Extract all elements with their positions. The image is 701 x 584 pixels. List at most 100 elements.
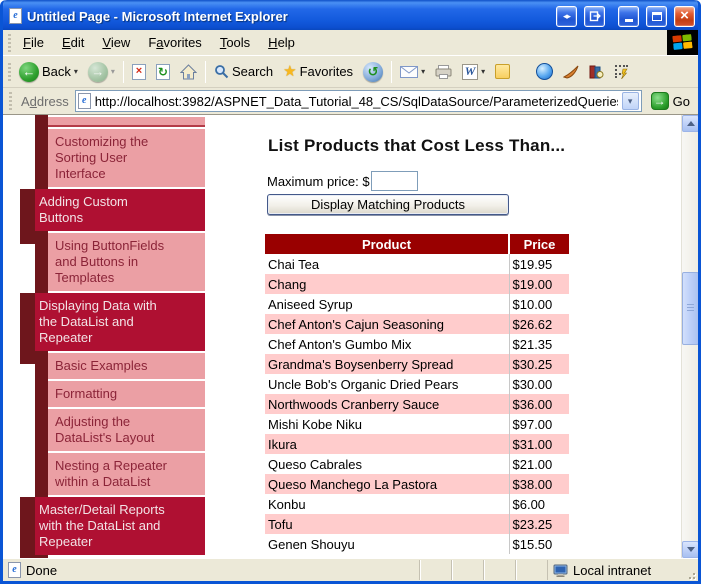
price-cell: $21.00 [508, 454, 569, 474]
pop-out-button[interactable] [584, 5, 605, 27]
capture-button[interactable] [609, 62, 634, 81]
sidebar-item[interactable]: Using ButtonFields and Buttons in Templa… [48, 233, 205, 291]
chevron-down-icon: ▾ [627, 95, 633, 106]
sidebar-item[interactable]: Customizing the Sorting User Interface [48, 129, 205, 187]
product-cell: Mishi Kobe Niku [268, 416, 362, 432]
price-cell: $30.25 [508, 354, 569, 374]
toolbar: ← Back ▾ → ▾ × ↻ Search ★ Favorites ↺ ▾ … [3, 56, 698, 88]
sidebar-item[interactable]: Adding Custom Buttons [20, 189, 205, 244]
submit-row: Display Matching Products [267, 194, 681, 215]
status-page-icon: e [8, 562, 21, 578]
minimize-button[interactable] [618, 5, 639, 27]
sidebar-item[interactable]: Nesting a Repeater within a DataList [48, 453, 205, 495]
refresh-icon: ↻ [155, 63, 170, 80]
menu-item[interactable]: Help [259, 32, 304, 53]
menu-item[interactable]: Tools [211, 32, 259, 53]
scroll-down-button[interactable] [682, 541, 698, 558]
toolbar-separator [391, 60, 393, 83]
discuss-button[interactable] [490, 62, 515, 81]
addon-button[interactable] [558, 63, 584, 81]
product-cell: Tofu [265, 514, 509, 534]
menu-item[interactable]: View [93, 32, 139, 53]
product-cell: Queso Manchego La Pastora [265, 474, 509, 494]
product-cell: Chef Anton's Cajun Seasoning [265, 314, 509, 334]
page-title: List Products that Cost Less Than... [268, 136, 566, 155]
product-cell: Queso Cabrales [268, 456, 362, 472]
menu-item[interactable]: Edit [53, 32, 93, 53]
display-matching-products-button[interactable]: Display Matching Products [267, 194, 509, 215]
table-row: Mishi Kobe Niku $97.00 [265, 414, 569, 434]
address-grip[interactable] [9, 92, 12, 110]
refresh-button[interactable]: ↻ [151, 62, 175, 82]
price-cell: $30.00 [508, 374, 569, 394]
research-button[interactable] [584, 62, 609, 81]
back-icon: ← [19, 61, 39, 82]
print-button[interactable] [430, 63, 457, 81]
vertical-scrollbar[interactable] [681, 115, 698, 558]
blue-sphere-icon [536, 63, 554, 80]
sidebar-item[interactable]: Displaying Data with the DataList and Re… [20, 293, 205, 364]
maximize-button[interactable] [646, 5, 667, 27]
table-row: Tofu $23.25 [265, 514, 569, 534]
edit-with-word-button[interactable]: W ▾ [457, 62, 490, 82]
go-button[interactable]: → Go [646, 92, 695, 110]
local-intranet-icon [553, 564, 568, 577]
word-icon: W [462, 63, 479, 80]
scrollbar-thumb[interactable] [682, 272, 698, 345]
windows-flag-icon [672, 34, 693, 50]
table-row: Grandma's Boysenberry Spread $30.25 [265, 354, 569, 374]
menu-bar: File Edit View Favorites Tools Help [3, 30, 698, 56]
price-cell: $36.00 [508, 394, 569, 414]
status-text: Done [26, 562, 58, 578]
address-field[interactable]: e http://localhost:3982/ASPNET_Data_Tuto… [74, 90, 642, 112]
home-button[interactable] [175, 62, 202, 82]
price-cell: $10.00 [508, 294, 569, 314]
menu-grip[interactable] [8, 33, 11, 52]
close-button[interactable]: × [674, 5, 695, 27]
sidebar-item[interactable]: Adjusting the DataList's Layout [48, 409, 205, 451]
product-cell: Chang [265, 274, 509, 294]
forward-button[interactable]: → ▾ [83, 60, 120, 84]
page-content: Customizing the Sorting User Interface Ad… [3, 115, 698, 558]
home-icon [179, 63, 197, 79]
status-pane [483, 560, 510, 580]
mail-button[interactable]: ▾ [395, 64, 430, 80]
address-url[interactable]: http://localhost:3982/ASPNET_Data_Tutori… [95, 94, 618, 109]
pop-out-icon [589, 11, 601, 22]
pixel-grid-icon [615, 65, 629, 79]
menu-item[interactable]: Favorites [139, 32, 210, 53]
price-cell: $19.95 [508, 254, 569, 274]
search-label: Search [231, 64, 274, 79]
history-button[interactable]: ↺ [358, 60, 388, 84]
stop-button[interactable]: × [127, 62, 151, 82]
address-dropdown-button[interactable]: ▾ [621, 92, 639, 110]
messenger-button[interactable] [531, 61, 558, 82]
product-cell: Chai Tea [268, 256, 320, 272]
history-icon: ↺ [363, 61, 384, 82]
table-row: Chang $19.00 [265, 274, 569, 294]
menu-item[interactable]: File [14, 32, 53, 53]
sidebar-item[interactable]: Master/Detail Reports with the DataList … [20, 497, 205, 558]
toolbar-separator [122, 60, 124, 83]
sidebar-item[interactable]: Formatting [48, 381, 205, 407]
scroll-up-button[interactable] [682, 115, 698, 132]
product-cell: Konbu [268, 496, 306, 512]
resize-grip[interactable] [684, 568, 696, 580]
back-dropdown-icon: ▾ [73, 67, 78, 76]
scroll-down-icon [686, 547, 695, 552]
research-books-icon [589, 65, 604, 79]
back-button[interactable]: ← Back ▾ [14, 60, 83, 84]
orange-swoosh-icon [563, 65, 579, 79]
table-row: Chai Tea $19.95 [265, 254, 569, 274]
sidebar-item[interactable]: Basic Examples [48, 353, 205, 379]
sidebar-item-clipped[interactable] [48, 117, 205, 127]
toolbar-grip[interactable] [8, 62, 11, 81]
products-table: Product Price Chai Tea $19.95 Chang $19.… [265, 234, 569, 554]
stop-icon: × [131, 63, 146, 80]
table-row: Chef Anton's Cajun Seasoning $26.62 [265, 314, 569, 334]
max-price-input[interactable] [370, 171, 418, 191]
go-label: Go [672, 93, 690, 109]
search-button[interactable]: Search [209, 62, 278, 81]
toggle-pane-button[interactable]: ◂▸ [556, 5, 577, 27]
favorites-button[interactable]: ★ Favorites [278, 62, 358, 81]
